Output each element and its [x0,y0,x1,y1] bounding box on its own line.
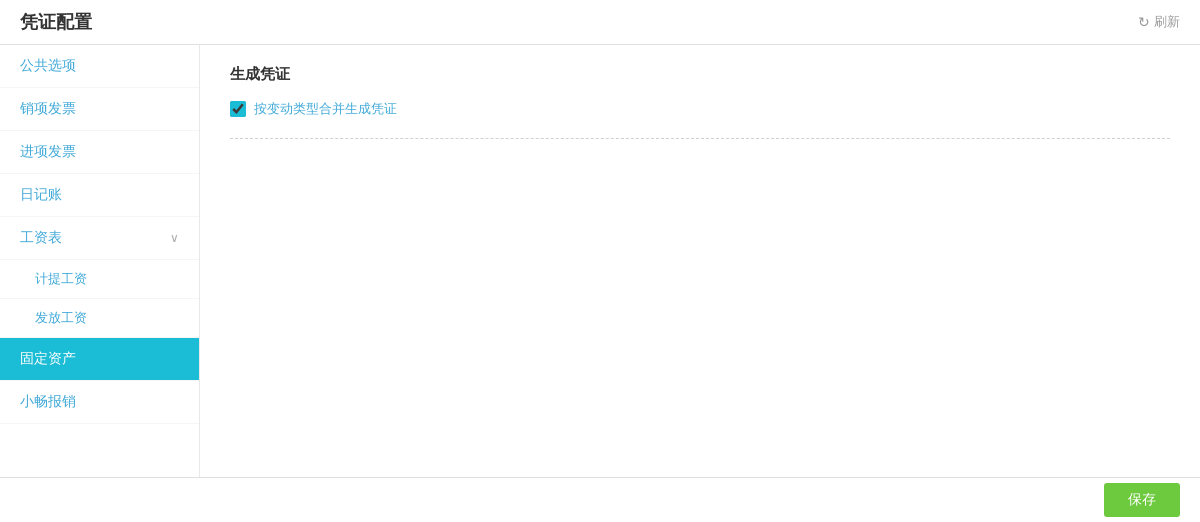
sidebar-item-label: 公共选项 [20,57,76,75]
sidebar-item-pay-payroll[interactable]: 发放工资 [0,299,199,338]
sidebar-item-label: 进项发票 [20,143,76,161]
refresh-label: 刷新 [1154,13,1180,31]
save-button[interactable]: 保存 [1104,483,1180,517]
sidebar-item-label: 销项发票 [20,100,76,118]
header: 凭证配置 ↻ 刷新 [0,0,1200,45]
divider [230,138,1170,139]
sidebar-item-journal[interactable]: 日记账 [0,174,199,217]
section-title: 生成凭证 [230,65,1170,84]
footer: 保存 [0,477,1200,522]
sidebar-item-label: 计提工资 [35,271,87,286]
sidebar-item-calc-payroll[interactable]: 计提工资 [0,260,199,299]
sidebar-item-expense-report[interactable]: 小畅报销 [0,381,199,424]
sidebar: 公共选项 销项发票 进项发票 日记账 工资表 ∨ 计提工资 发放工资 固定资产 … [0,45,200,477]
sidebar-item-public-options[interactable]: 公共选项 [0,45,199,88]
merge-by-type-checkbox[interactable] [230,101,246,117]
sidebar-item-label: 小畅报销 [20,393,76,411]
sidebar-item-label: 发放工资 [35,310,87,325]
refresh-icon: ↻ [1138,14,1150,30]
sidebar-item-purchase-invoice[interactable]: 进项发票 [0,131,199,174]
sidebar-item-label: 日记账 [20,186,62,204]
refresh-button[interactable]: ↻ 刷新 [1138,13,1180,31]
page-title: 凭证配置 [20,10,92,34]
sidebar-item-label: 工资表 [20,229,62,247]
sidebar-item-label: 固定资产 [20,350,76,368]
sidebar-item-payroll-table[interactable]: 工资表 ∨ [0,217,199,260]
sidebar-item-fixed-assets[interactable]: 固定资产 [0,338,199,381]
content-area: 生成凭证 按变动类型合并生成凭证 [200,45,1200,477]
chevron-down-icon: ∨ [170,231,179,245]
main-layout: 公共选项 销项发票 进项发票 日记账 工资表 ∨ 计提工资 发放工资 固定资产 … [0,45,1200,477]
sidebar-item-sales-invoice[interactable]: 销项发票 [0,88,199,131]
checkbox-row: 按变动类型合并生成凭证 [230,100,1170,118]
merge-by-type-label[interactable]: 按变动类型合并生成凭证 [254,100,397,118]
